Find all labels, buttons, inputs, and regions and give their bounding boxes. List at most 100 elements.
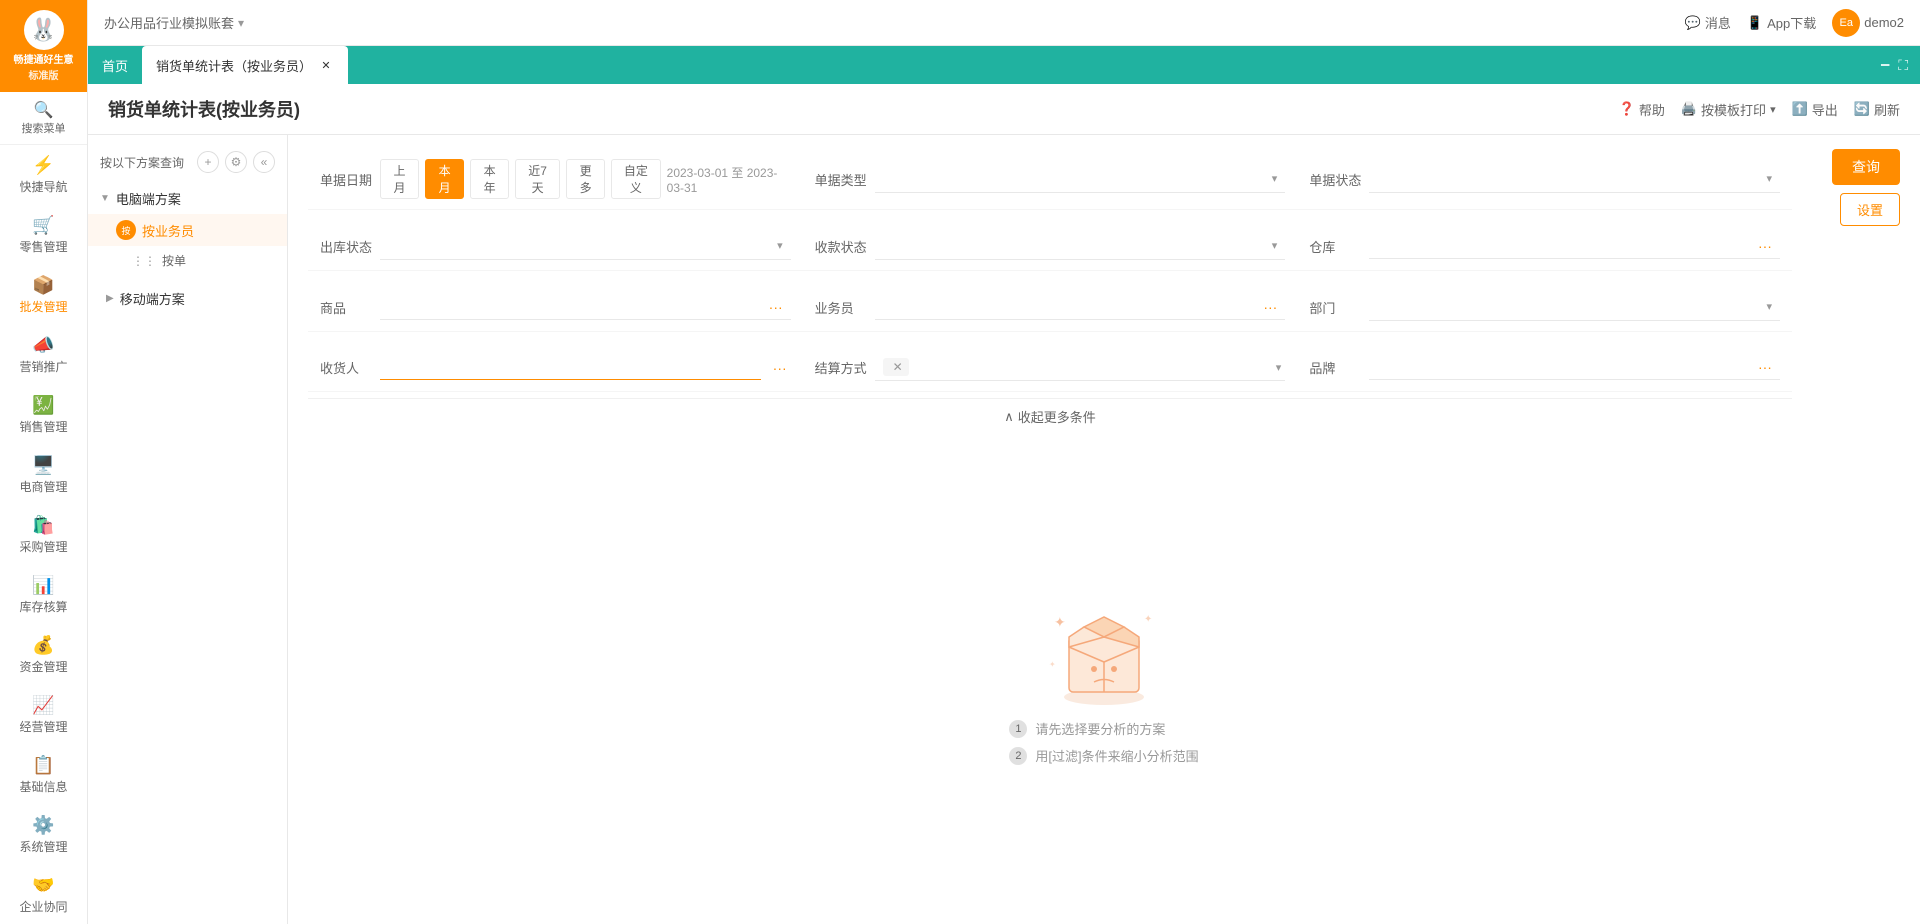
edit-scheme-btn[interactable]: ⚙ <box>225 151 247 173</box>
curr-month-btn[interactable]: 本月 <box>425 159 464 199</box>
tree-item-order[interactable]: ⋮⋮ 按单 <box>88 246 287 275</box>
filter-receipt-status: 收款状态 ▾ <box>803 222 1298 271</box>
dept-arrow-icon: ▾ <box>1766 300 1772 313</box>
warehouse-dots-btn[interactable]: ··· <box>1754 238 1776 254</box>
sidebar-item-ecommerce[interactable]: 🖥️ 电商管理 <box>0 445 87 505</box>
sidebar-item-enterprise[interactable]: 🤝 企业协同 <box>0 865 87 924</box>
export-btn[interactable]: ⬆️ 导出 <box>1792 100 1838 119</box>
filter-and-actions: 单据日期 上月 本月 本年 近7天 更多 自定义 2023-03-01 至 20… <box>288 135 1920 448</box>
print-dropdown-icon: ▾ <box>1770 103 1776 116</box>
logo-subtext: 标准版 <box>29 67 59 82</box>
sidebar-item-search[interactable]: 🔍 搜索菜单 <box>0 92 87 145</box>
tree-mobile-parent[interactable]: ▶ 移动端方案 <box>88 283 287 314</box>
brand-dots-btn[interactable]: ··· <box>1754 359 1776 375</box>
tab-sales-stats[interactable]: 销货单统计表（按业务员） ✕ <box>142 46 348 84</box>
brand-label: 品牌 <box>1309 358 1361 377</box>
consignee-label: 收货人 <box>320 358 372 377</box>
avatar-text: Ea <box>1840 17 1853 29</box>
prev-month-btn[interactable]: 上月 <box>380 159 419 199</box>
message-btn[interactable]: 💬 消息 <box>1685 13 1731 32</box>
page-header: 销货单统计表(按业务员) ❓ 帮助 🖨️ 按模板打印 ▾ ⬆️ 导出 🔄 刷 <box>88 84 1920 135</box>
sidebar-item-retail[interactable]: 🛒 零售管理 <box>0 205 87 265</box>
settle-method-label: 结算方式 <box>815 358 867 377</box>
page-title: 销货单统计表(按业务员) <box>108 96 300 134</box>
goods-dots-btn[interactable]: ··· <box>765 299 787 315</box>
collapse-label: 收起更多条件 <box>1018 407 1096 426</box>
user-profile[interactable]: Ea demo2 <box>1832 9 1904 37</box>
sidebar-item-wholesale[interactable]: 📦 批发管理 <box>0 265 87 325</box>
consignee-input[interactable] <box>380 356 761 380</box>
filter-doc-status: 单据状态 ▾ <box>1297 149 1792 210</box>
sales-rep-filter-label: 业务员 <box>815 298 867 317</box>
sidebar-item-system[interactable]: ⚙️ 系统管理 <box>0 805 87 865</box>
out-status-select[interactable]: ▾ <box>380 232 791 260</box>
tree-mobile-section: ▶ 移动端方案 <box>88 279 287 318</box>
minimize-icon[interactable]: 🗕 <box>1880 53 1890 77</box>
chevron-down-icon: ▾ <box>238 16 244 30</box>
sidebar-item-inventory[interactable]: 📊 库存核算 <box>0 565 87 625</box>
date-range-bar: 上月 本月 本年 近7天 更多 自定义 2023-03-01 至 2023-03… <box>380 159 791 199</box>
main-area: 办公用品行业模拟账套 ▾ 💬 消息 📱 App下载 Ea demo2 首页 <box>88 0 1920 924</box>
svg-text:✦: ✦ <box>1054 614 1066 630</box>
export-label: 导出 <box>1812 100 1838 119</box>
print-btn[interactable]: 🖨️ 按模板打印 ▾ <box>1681 100 1776 119</box>
doc-type-label: 单据类型 <box>815 170 867 189</box>
last7-btn[interactable]: 近7天 <box>515 159 560 199</box>
tab-close-icon[interactable]: ✕ <box>318 57 334 73</box>
mobile-expand-icon: ▶ <box>106 293 114 304</box>
order-icon: ⋮⋮ <box>132 254 156 268</box>
tip-num-1: 1 <box>1009 720 1027 738</box>
dept-select[interactable]: ▾ <box>1369 293 1780 321</box>
empty-state: ✦ ✦ ✦ 1 请先选择要分析的方案 2 用[过滤]条件来缩小分析范围 <box>288 448 1920 924</box>
doc-type-select[interactable]: ▾ <box>875 165 1286 193</box>
topbar-right: 💬 消息 📱 App下载 Ea demo2 <box>1685 9 1904 37</box>
tab-home[interactable]: 首页 <box>88 46 142 84</box>
message-icon: 💬 <box>1685 15 1701 31</box>
chevron-up-icon: ∧ <box>1004 409 1014 425</box>
sales-rep-dots-btn[interactable]: ··· <box>1259 299 1281 315</box>
more-btn[interactable]: 更多 <box>566 159 605 199</box>
app-download-btn[interactable]: 📱 App下载 <box>1747 13 1816 32</box>
collapse-panel-btn[interactable]: « <box>253 151 275 173</box>
help-icon: ❓ <box>1619 101 1635 117</box>
curr-year-btn[interactable]: 本年 <box>470 159 509 199</box>
doc-type-arrow-icon: ▾ <box>1272 172 1278 185</box>
logo: 🐰 畅捷通好生意 标准版 <box>0 0 87 92</box>
out-status-arrow-icon: ▾ <box>777 239 783 252</box>
consignee-dots-btn[interactable]: ··· <box>769 360 791 376</box>
tip-text-1: 请先选择要分析的方案 <box>1035 719 1165 738</box>
receipt-status-label: 收款状态 <box>815 237 867 256</box>
add-scheme-btn[interactable]: + <box>197 151 219 173</box>
collapse-bar[interactable]: ∧ 收起更多条件 <box>308 398 1792 434</box>
query-button[interactable]: 查询 <box>1832 149 1900 185</box>
filter-goods: 商品 ··· <box>308 283 803 332</box>
settle-arrow-icon: ▾ <box>1276 361 1282 374</box>
custom-btn[interactable]: 自定义 <box>611 159 661 199</box>
app-download-label: App下载 <box>1767 13 1816 32</box>
help-btn[interactable]: ❓ 帮助 <box>1619 100 1665 119</box>
sidebar-item-finance[interactable]: 💰 资金管理 <box>0 625 87 685</box>
filter-warehouse: 仓库 ··· <box>1297 222 1792 271</box>
order-label: 按单 <box>162 252 186 269</box>
sidebar-item-purchase[interactable]: 🛍️ 采购管理 <box>0 505 87 565</box>
sidebar-item-operations[interactable]: 📈 经营管理 <box>0 685 87 745</box>
dept-label: 部门 <box>1309 298 1361 317</box>
filter-date: 单据日期 上月 本月 本年 近7天 更多 自定义 2023-03-01 至 20… <box>308 149 803 210</box>
tree-desktop-section[interactable]: ▼ 电脑端方案 <box>88 183 287 214</box>
doc-status-select[interactable]: ▾ <box>1369 165 1780 193</box>
settings-button[interactable]: 设置 <box>1840 193 1900 226</box>
page-content: 销货单统计表(按业务员) ❓ 帮助 🖨️ 按模板打印 ▾ ⬆️ 导出 🔄 刷 <box>88 84 1920 924</box>
logo-text: 畅捷通好生意 <box>14 54 74 67</box>
sidebar-item-marketing[interactable]: 📣 营销推广 <box>0 325 87 385</box>
company-dropdown[interactable]: 办公用品行业模拟账套 ▾ <box>104 13 244 32</box>
sidebar-item-quicknav[interactable]: ⚡ 快捷导航 <box>0 145 87 205</box>
sidebar: 🐰 畅捷通好生意 标准版 🔍 搜索菜单 ⚡ 快捷导航 🛒 零售管理 📦 批发管理… <box>0 0 88 924</box>
receipt-status-select[interactable]: ▾ <box>875 232 1286 260</box>
sidebar-item-sales[interactable]: 💹 销售管理 <box>0 385 87 445</box>
maximize-icon[interactable]: ⛶ <box>1898 57 1908 74</box>
sidebar-item-basic-info[interactable]: 📋 基础信息 <box>0 745 87 805</box>
left-panel: 按以下方案查询 + ⚙ « ▼ 电脑端方案 按 按业务员 <box>88 135 288 924</box>
settle-clear-icon[interactable]: ✕ <box>893 360 903 374</box>
refresh-btn[interactable]: 🔄 刷新 <box>1854 100 1900 119</box>
tree-item-sales-rep[interactable]: 按 按业务员 <box>88 214 287 246</box>
